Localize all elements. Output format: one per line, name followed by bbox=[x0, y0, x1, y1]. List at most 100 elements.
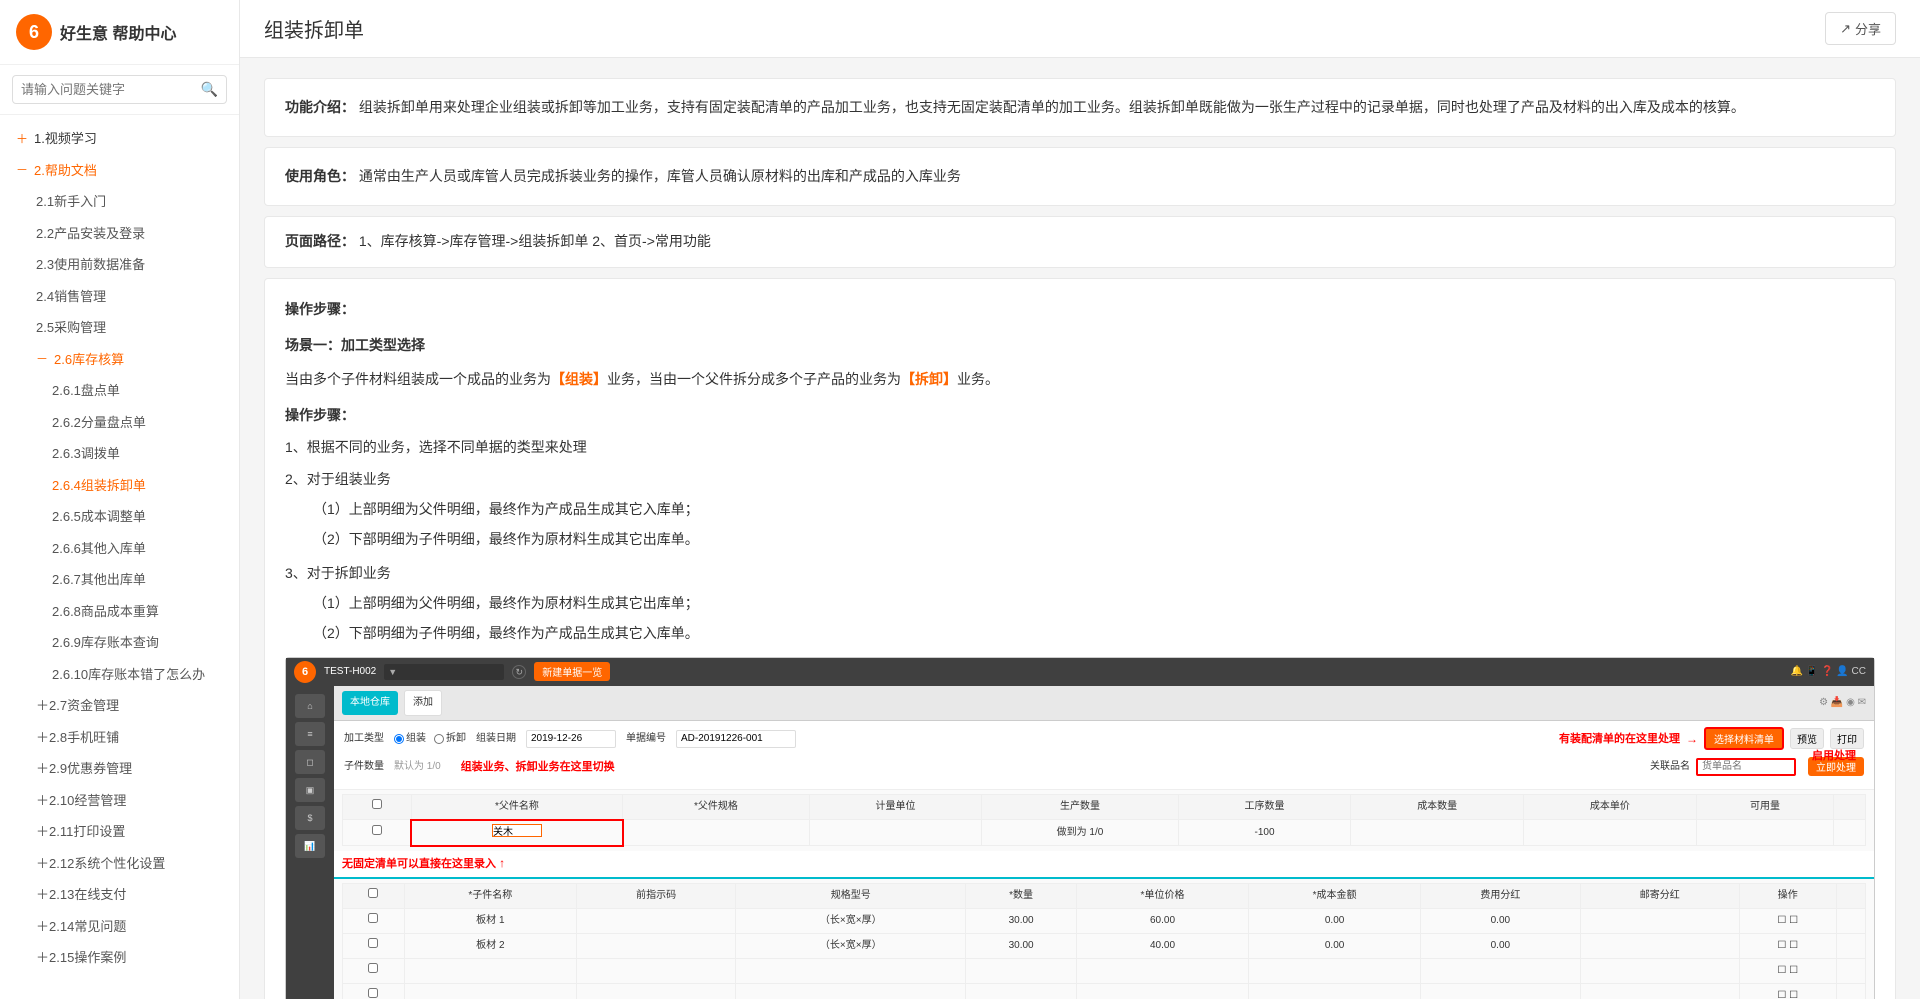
role-section: 使用角色： 通常由生产人员或库管人员完成拆装业务的操作，库管人员确认原材料的出库… bbox=[264, 147, 1896, 206]
mock-sub-qty-value: 默认为 1/0 bbox=[394, 757, 441, 777]
mock-body: ⌂ ≡ ◻ ▣ $ 📊 本地仓库 添加 bbox=[286, 686, 1874, 999]
mock-nav-report: 📊 bbox=[295, 834, 325, 858]
mock-tab-add[interactable]: 添加 bbox=[404, 690, 442, 716]
share-button[interactable]: ↗ 分享 bbox=[1825, 12, 1896, 45]
crow2-checkbox[interactable] bbox=[368, 938, 378, 948]
scene1-desc: 当由多个子件材料组装成一个成品的业务为【组装】业务，当由一个父件拆分成多个子产品… bbox=[285, 365, 1875, 393]
crow4-checkbox[interactable] bbox=[368, 988, 378, 998]
nav-item-2-5[interactable]: 2.5采购管理 bbox=[0, 312, 239, 344]
crow3-checkbox[interactable] bbox=[368, 963, 378, 973]
search-area: 🔍 bbox=[0, 65, 239, 115]
mock-order-label: 单据编号 bbox=[626, 729, 666, 749]
nav-label-2-14: 2.14常见问题 bbox=[49, 917, 126, 937]
crow2-maildist bbox=[1580, 933, 1739, 958]
child-row-4: ☐ ☐ bbox=[343, 983, 1866, 999]
th-checkbox-input[interactable] bbox=[372, 799, 382, 809]
mock-select-bom-btn[interactable]: 选择材料清单 bbox=[1704, 727, 1784, 750]
th-unit: 计量单位 bbox=[809, 794, 982, 820]
nav-item-2-6-2[interactable]: 2.6.2分量盘点单 bbox=[0, 407, 239, 439]
mock-logo: 6 bbox=[294, 661, 316, 683]
nav-item-2-14[interactable]: ＋ 2.14常见问题 bbox=[0, 911, 239, 943]
nav-label-2-15: 2.15操作案例 bbox=[49, 948, 126, 968]
th-ops bbox=[1834, 794, 1866, 820]
nav-item-2-8[interactable]: ＋ 2.8手机旺铺 bbox=[0, 722, 239, 754]
nav-item-2-12[interactable]: ＋ 2.12系统个性化设置 bbox=[0, 848, 239, 880]
nav-item-2-6-3[interactable]: 2.6.3调拨单 bbox=[0, 438, 239, 470]
th-cost-price: 成本单价 bbox=[1524, 794, 1697, 820]
nav-item-2-6-9[interactable]: 2.6.9库存账本查询 bbox=[0, 627, 239, 659]
mock-app-name: TEST-H002 bbox=[324, 662, 376, 682]
mock-tab-active[interactable]: 本地仓库 bbox=[342, 691, 398, 715]
nav-item-2-11[interactable]: ＋ 2.11打印设置 bbox=[0, 816, 239, 848]
nav-label-2-5: 2.5采购管理 bbox=[36, 318, 106, 338]
collapse-icon-2: － bbox=[16, 161, 28, 179]
td-parent-name bbox=[411, 820, 622, 846]
nav-item-2-6-10[interactable]: 2.6.10库存账本错了怎么办 bbox=[0, 659, 239, 691]
crow1-checkbox[interactable] bbox=[368, 913, 378, 923]
mock-new-btn[interactable]: 新建单据一览 bbox=[534, 662, 610, 681]
nav-item-2-9[interactable]: ＋ 2.9优惠券管理 bbox=[0, 753, 239, 785]
mock-radio-cc-input[interactable] bbox=[434, 734, 444, 744]
crow2-spec: （长×宽×厚） bbox=[736, 933, 966, 958]
mock-radio-cc[interactable]: 拆卸 bbox=[434, 729, 466, 749]
crow2-costamt: 0.00 bbox=[1249, 933, 1421, 958]
nav-item-2-6[interactable]: － 2.6库存核算 bbox=[0, 344, 239, 376]
nav-item-2-10[interactable]: ＋ 2.10经营管理 bbox=[0, 785, 239, 817]
row-checkbox[interactable] bbox=[372, 825, 382, 835]
expand-icon-2-8: ＋ bbox=[36, 728, 49, 748]
child-row-3: ☐ ☐ bbox=[343, 958, 1866, 983]
nav-item-2-6-7[interactable]: 2.6.7其他出库单 bbox=[0, 564, 239, 596]
nav-item-2-4[interactable]: 2.4销售管理 bbox=[0, 281, 239, 313]
nav-label-2-11: 2.11打印设置 bbox=[49, 822, 125, 842]
crow2-name: 板材 2 bbox=[404, 933, 576, 958]
nav-item-2[interactable]: － 2.帮助文档 bbox=[0, 155, 239, 187]
nav-item-2-6-1[interactable]: 2.6.1盘点单 bbox=[0, 375, 239, 407]
nav-item-2-6-6[interactable]: 2.6.6其他入库单 bbox=[0, 533, 239, 565]
nav-item-2-7[interactable]: ＋ 2.7资金管理 bbox=[0, 690, 239, 722]
mock-form-row2: 子件数量 默认为 1/0 组装业务、拆卸业务在这里切换 关联品名 启用处理 bbox=[344, 756, 1864, 778]
nav-item-2-2[interactable]: 2.2产品安装及登录 bbox=[0, 218, 239, 250]
nav-label-2-2: 2.2产品安装及登录 bbox=[36, 224, 145, 244]
mock-sku-input[interactable] bbox=[1696, 758, 1796, 776]
mock-date-input[interactable] bbox=[526, 730, 616, 748]
search-input[interactable] bbox=[21, 82, 201, 97]
nav-item-2-13[interactable]: ＋ 2.13在线支付 bbox=[0, 879, 239, 911]
cth-cost-amt: *成本金额 bbox=[1249, 883, 1421, 908]
nav-item-2-3[interactable]: 2.3使用前数据准备 bbox=[0, 249, 239, 281]
parent-name-input[interactable] bbox=[492, 824, 542, 837]
mock-right-content: 本地仓库 添加 ⚙ 📥 ◉ ✉ 加工类型 bbox=[334, 686, 1874, 999]
crow1-unitprice: 60.00 bbox=[1076, 908, 1248, 933]
scene1-title: 场景一：加工类型选择 bbox=[285, 331, 1875, 359]
step2-2: （2）下部明细为子件明细，最终作为原材料生成其它出库单。 bbox=[285, 525, 1875, 553]
mock-tab-actions: ⚙ 📥 ◉ ✉ bbox=[1819, 693, 1866, 713]
mock-radio-zz[interactable]: 组装 bbox=[394, 729, 426, 749]
share-label: 分享 bbox=[1855, 19, 1881, 38]
nav-item-1[interactable]: ＋ 1.视频学习 bbox=[0, 123, 239, 155]
nav-item-2-1[interactable]: 2.1新手入门 bbox=[0, 186, 239, 218]
mock-radio-zz-input[interactable] bbox=[394, 734, 404, 744]
nav-label-2-6-2: 2.6.2分量盘点单 bbox=[52, 413, 146, 433]
nav-item-2-6-5[interactable]: 2.6.5成本调整单 bbox=[0, 501, 239, 533]
nav-item-2-6-4[interactable]: 2.6.4组装拆卸单 bbox=[0, 470, 239, 502]
td-unit bbox=[809, 820, 982, 846]
td-prod-qty: 做到为 1/0 bbox=[982, 820, 1178, 846]
ann1-label: 有装配清单的在这里处理 bbox=[1559, 728, 1680, 750]
expand-icon-2-11: ＋ bbox=[36, 822, 49, 842]
cth-checkbox-input[interactable] bbox=[368, 888, 378, 898]
nav-item-2-6-8[interactable]: 2.6.8商品成本重算 bbox=[0, 596, 239, 628]
crow3-name bbox=[404, 958, 576, 983]
crow2-qty: 30.00 bbox=[966, 933, 1077, 958]
nav-item-2-15[interactable]: ＋ 2.15操作案例 bbox=[0, 942, 239, 974]
mock-sub-topbar: 本地仓库 添加 ⚙ 📥 ◉ ✉ bbox=[334, 686, 1874, 721]
cth-qty: *数量 bbox=[966, 883, 1077, 908]
cth-prev-code: 前指示码 bbox=[576, 883, 735, 908]
search-box[interactable]: 🔍 bbox=[12, 75, 227, 104]
mock-order-input[interactable] bbox=[676, 730, 796, 748]
mock-form-row1: 加工类型 组装 拆卸 bbox=[344, 727, 1864, 751]
intro-section: 功能介绍： 组装拆卸单用来处理企业组装或拆卸等加工业务，支持有固定装配清单的产品… bbox=[264, 78, 1896, 137]
mock-type-radio[interactable]: 组装 拆卸 bbox=[394, 729, 466, 749]
mock-child-table-area: *子件名称 前指示码 规格型号 *数量 *单位价格 *成本金额 费用分红 邮寄分… bbox=[334, 877, 1874, 999]
nav-label-2-9: 2.9优惠券管理 bbox=[49, 759, 132, 779]
search-icon[interactable]: 🔍 bbox=[201, 81, 218, 98]
td-cost-qty bbox=[1351, 820, 1524, 846]
